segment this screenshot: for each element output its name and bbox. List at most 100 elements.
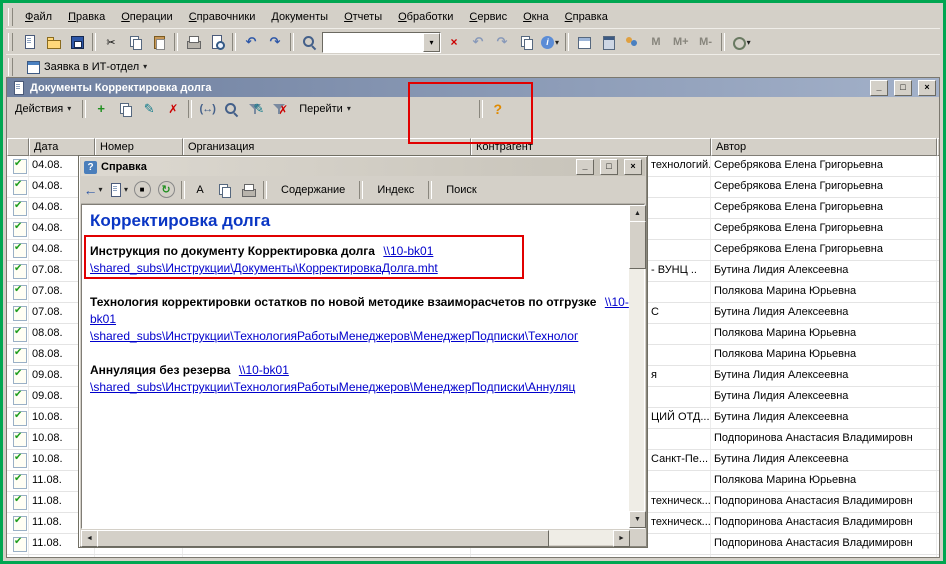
posted-doc-icon: ✔ <box>7 219 29 239</box>
toolbar-grip[interactable] <box>8 8 13 26</box>
toolbar-grip[interactable] <box>8 57 13 76</box>
memory-recall-button[interactable]: M <box>645 31 667 53</box>
author-cell: Полякова Марина Юрьевна <box>711 471 937 491</box>
search-button[interactable] <box>298 31 320 53</box>
search-input[interactable] <box>323 33 423 51</box>
column-header[interactable]: Дата <box>29 138 95 156</box>
restore-button[interactable]: □ <box>894 79 912 96</box>
users-button[interactable] <box>621 31 643 53</box>
copy-button[interactable] <box>124 31 146 53</box>
menu-documents[interactable]: Документы <box>263 8 336 26</box>
copy-value-button[interactable] <box>515 31 537 53</box>
menu-windows[interactable]: Окна <box>515 8 557 26</box>
it-request-button[interactable]: Заявка в ИТ-отдел ▾ <box>18 56 154 78</box>
close-button[interactable]: × <box>918 79 936 96</box>
calculator-button[interactable] <box>597 31 619 53</box>
filter-settings-button[interactable]: ✎ <box>244 98 266 120</box>
scrollbar-thumb[interactable] <box>97 530 550 547</box>
server-link[interactable]: \\10-bk01 <box>383 244 433 258</box>
menu-operations[interactable]: Операции <box>113 8 180 26</box>
column-header[interactable]: А <box>937 138 939 156</box>
minimize-button[interactable]: _ <box>576 159 594 175</box>
menu-help[interactable]: Справка <box>557 8 616 26</box>
date-interval-button[interactable]: (↔) <box>196 98 218 120</box>
posted-doc-icon: ✔ <box>7 303 29 323</box>
horizontal-scrollbar[interactable]: ◄ ► <box>81 530 630 547</box>
scroll-right-button[interactable]: ► <box>613 530 630 547</box>
clear-search-button[interactable]: × <box>443 31 465 53</box>
separator <box>359 180 364 199</box>
cut-button[interactable]: ✂ <box>100 31 122 53</box>
menu-service[interactable]: Сервис <box>461 8 515 26</box>
find-next-button[interactable]: ↷ <box>491 31 513 53</box>
paste-button[interactable] <box>148 31 170 53</box>
copy-button[interactable] <box>213 179 235 201</box>
font-size-button[interactable]: A <box>189 179 211 201</box>
table-button[interactable] <box>573 31 595 53</box>
minimize-button[interactable]: _ <box>870 79 888 96</box>
page-options-button[interactable]: ▾ <box>106 179 129 201</box>
print-button[interactable] <box>237 179 259 201</box>
help-button[interactable]: ? <box>487 98 509 120</box>
toolbar-grip[interactable] <box>8 33 13 51</box>
column-header[interactable]: Номер <box>95 138 183 156</box>
path-link[interactable]: \shared_subs\Инструкции\ТехнологияРаботы… <box>90 328 629 345</box>
open-button[interactable] <box>42 31 64 53</box>
back-button[interactable]: ← ▾ <box>82 179 104 201</box>
document-window-titlebar[interactable]: Документы Корректировка долга _ □ × <box>7 78 939 97</box>
copy-icon <box>127 34 143 50</box>
menu-catalogs[interactable]: Справочники <box>181 8 264 26</box>
info-button[interactable]: i ▾ <box>539 31 561 53</box>
help-window-titlebar[interactable]: ? Справка _ □ × <box>81 158 645 176</box>
close-button[interactable]: × <box>624 159 642 175</box>
path-link[interactable]: \shared_subs\Инструкции\ТехнологияРаботы… <box>90 379 629 396</box>
goto-button[interactable]: Перейти ▾ <box>292 98 358 120</box>
new-document-button[interactable] <box>18 31 40 53</box>
search-tab-button[interactable]: Поиск <box>436 179 486 201</box>
refresh-button[interactable]: ↻ <box>155 179 177 201</box>
delete-button[interactable]: ✗ <box>162 98 184 120</box>
memory-add-button[interactable]: M+ <box>669 31 693 53</box>
copy-row-button[interactable] <box>114 98 136 120</box>
stop-button[interactable]: ■ <box>131 179 153 201</box>
scroll-up-button[interactable]: ▲ <box>629 205 646 222</box>
index-button[interactable]: Индекс <box>367 179 424 201</box>
service-button[interactable]: ▾ <box>729 31 752 53</box>
table-row[interactable]: ✔11.08. Подпоринова Анастасия Владимировн <box>7 555 939 557</box>
contents-button[interactable]: Содержание <box>271 179 355 201</box>
scroll-left-button[interactable]: ◄ <box>81 530 98 547</box>
redo-icon: ↷ <box>269 34 281 49</box>
actions-button[interactable]: Действия ▾ <box>8 98 78 120</box>
path-link[interactable]: \shared_subs\Инструкции\Документы\Коррек… <box>90 260 629 277</box>
clear-filter-button[interactable]: ✗ <box>268 98 290 120</box>
scroll-down-button[interactable]: ▼ <box>629 511 646 528</box>
menu-reports[interactable]: Отчеты <box>336 8 390 26</box>
column-header[interactable] <box>7 138 29 156</box>
column-header[interactable]: Контрагент <box>471 138 711 156</box>
maximize-button[interactable]: □ <box>600 159 618 175</box>
menu-edit[interactable]: Правка <box>60 8 113 26</box>
vertical-scrollbar[interactable]: ▲ ▼ <box>629 205 646 528</box>
print-preview-button[interactable] <box>206 31 228 53</box>
column-header[interactable]: Автор <box>711 138 937 156</box>
help-toolbar: ← ▾ ▾ ■ ↻ A Содержание Индекс Поиск <box>81 176 645 204</box>
edit-button[interactable]: ✎ <box>138 98 160 120</box>
author-cell: Подпоринова Анастасия Владимировн <box>711 492 937 512</box>
menu-processing[interactable]: Обработки <box>390 8 461 26</box>
server-link[interactable]: \\10-bk01 <box>239 363 289 377</box>
save-button[interactable] <box>66 31 88 53</box>
add-button[interactable]: + <box>90 98 112 120</box>
print-button[interactable] <box>182 31 204 53</box>
menu-file[interactable]: Файл <box>17 8 60 26</box>
find-button[interactable] <box>220 98 242 120</box>
combo-dropdown-button[interactable]: ▾ <box>423 32 440 52</box>
column-header[interactable]: Организация <box>183 138 471 156</box>
document-window-title: Документы Корректировка долга <box>30 81 212 94</box>
redo-button[interactable]: ↷ <box>264 31 286 53</box>
scrollbar-thumb[interactable] <box>629 221 646 269</box>
printer-icon <box>240 182 257 198</box>
find-previous-button[interactable]: ↶ <box>467 31 489 53</box>
undo-button[interactable]: ↶ <box>240 31 262 53</box>
posted-doc-icon: ✔ <box>7 345 29 365</box>
memory-subtract-button[interactable]: M- <box>695 31 717 53</box>
